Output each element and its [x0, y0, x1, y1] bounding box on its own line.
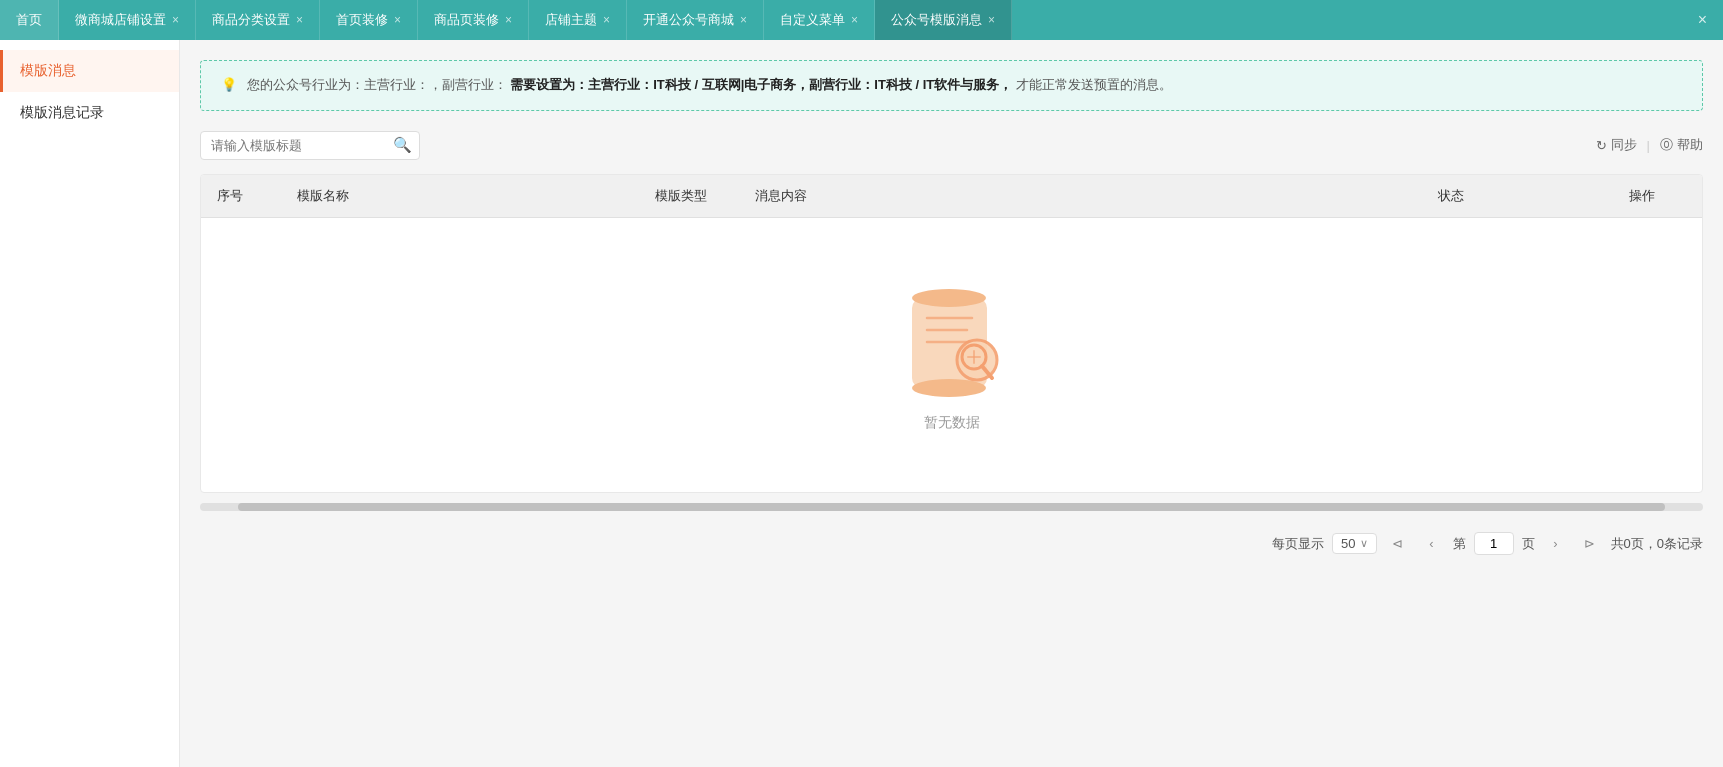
sync-button[interactable]: ↻ 同步: [1596, 136, 1637, 154]
tab-wechat-shop-label: 微商城店铺设置: [75, 11, 166, 29]
tab-home-decor[interactable]: 首页装修 ×: [320, 0, 418, 40]
tab-open-mall-label: 开通公众号商城: [643, 11, 734, 29]
sync-label: 同步: [1611, 136, 1637, 154]
scrollbar-track[interactable]: [200, 503, 1703, 511]
tab-category-label: 商品分类设置: [212, 11, 290, 29]
tab-shop-theme-close[interactable]: ×: [603, 13, 610, 27]
tab-wechat-shop-close[interactable]: ×: [172, 13, 179, 27]
search-icon[interactable]: 🔍: [393, 136, 412, 154]
tab-wechat-shop[interactable]: 微商城店铺设置 ×: [59, 0, 196, 40]
close-all-button[interactable]: ×: [1682, 11, 1723, 29]
tab-home-decor-close[interactable]: ×: [394, 13, 401, 27]
page-unit-label: 页: [1522, 535, 1535, 553]
empty-text: 暂无数据: [924, 414, 980, 432]
divider: |: [1647, 138, 1650, 153]
tab-shop-theme[interactable]: 店铺主题 ×: [529, 0, 627, 40]
th-name: 模版名称: [281, 175, 639, 217]
th-content: 消息内容: [739, 175, 1422, 217]
empty-illustration: [892, 278, 1012, 398]
per-page-arrow-icon: ∨: [1360, 537, 1368, 550]
per-page-value: 50: [1341, 536, 1355, 551]
page-prefix-label: 第: [1453, 535, 1466, 553]
tab-category[interactable]: 商品分类设置 ×: [196, 0, 320, 40]
th-status: 状态: [1422, 175, 1582, 217]
sidebar-item-template-msg[interactable]: 模版消息: [0, 50, 179, 92]
content-area: 💡 您的公众号行业为：主营行业：，副营行业： 需要设置为：主营行业：IT科技 /…: [180, 40, 1723, 767]
search-bar: 🔍 ↻ 同步 | ⓪ 帮助: [200, 131, 1703, 160]
tab-template-msg[interactable]: 公众号模版消息 ×: [875, 0, 1012, 40]
th-action: 操作: [1582, 175, 1702, 217]
page-number-input[interactable]: [1474, 532, 1514, 555]
search-input[interactable]: [200, 131, 420, 160]
empty-state: 暂无数据: [201, 218, 1702, 492]
last-page-button[interactable]: ⊳: [1577, 531, 1603, 557]
notice-icon: 💡: [221, 77, 237, 92]
tab-custom-menu-close[interactable]: ×: [851, 13, 858, 27]
sidebar-item-template-record-label: 模版消息记录: [20, 104, 104, 120]
tab-custom-menu-label: 自定义菜单: [780, 11, 845, 29]
sync-icon: ↻: [1596, 138, 1607, 153]
tab-custom-menu[interactable]: 自定义菜单 ×: [764, 0, 875, 40]
tab-product-decor-close[interactable]: ×: [505, 13, 512, 27]
tab-open-mall[interactable]: 开通公众号商城 ×: [627, 0, 764, 40]
tab-home[interactable]: 首页: [0, 0, 59, 40]
help-icon: ⓪: [1660, 136, 1673, 154]
total-info: 共0页，0条记录: [1611, 535, 1703, 553]
notice-box: 💡 您的公众号行业为：主营行业：，副营行业： 需要设置为：主营行业：IT科技 /…: [200, 60, 1703, 111]
notice-highlight: 需要设置为：主营行业：IT科技 / 互联网|电子商务，副营行业：IT科技 / I…: [510, 77, 1012, 92]
empty-svg-icon: [892, 278, 1012, 408]
per-page-select[interactable]: 50 ∨: [1332, 533, 1376, 554]
tab-template-msg-label: 公众号模版消息: [891, 11, 982, 29]
tab-product-decor[interactable]: 商品页装修 ×: [418, 0, 529, 40]
tab-category-close[interactable]: ×: [296, 13, 303, 27]
tab-shop-theme-label: 店铺主题: [545, 11, 597, 29]
help-label: 帮助: [1677, 136, 1703, 154]
th-seq: 序号: [201, 175, 281, 217]
th-type: 模版类型: [639, 175, 739, 217]
data-table: 序号 模版名称 模版类型 消息内容 状态 操作: [200, 174, 1703, 493]
svg-point-3: [912, 379, 986, 397]
notice-prefix: 您的公众号行业为：主营行业：，副营行业：: [247, 77, 507, 92]
search-input-wrap: 🔍: [200, 131, 420, 160]
sidebar-item-template-msg-label: 模版消息: [20, 62, 76, 78]
tab-template-msg-close[interactable]: ×: [988, 13, 995, 27]
main-layout: 模版消息 模版消息记录 💡 您的公众号行业为：主营行业：，副营行业： 需要设置为…: [0, 40, 1723, 767]
tab-product-decor-label: 商品页装修: [434, 11, 499, 29]
scrollbar-thumb: [238, 503, 1666, 511]
notice-suffix: 才能正常发送预置的消息。: [1016, 77, 1172, 92]
tab-home-decor-label: 首页装修: [336, 11, 388, 29]
search-actions: ↻ 同步 | ⓪ 帮助: [1596, 136, 1703, 154]
top-nav: 首页 微商城店铺设置 × 商品分类设置 × 首页装修 × 商品页装修 × 店铺主…: [0, 0, 1723, 40]
first-page-button[interactable]: ⊲: [1385, 531, 1411, 557]
next-page-button[interactable]: ›: [1543, 531, 1569, 557]
prev-page-button[interactable]: ‹: [1419, 531, 1445, 557]
sidebar: 模版消息 模版消息记录: [0, 40, 180, 767]
sidebar-item-template-record[interactable]: 模版消息记录: [0, 92, 179, 134]
per-page-label: 每页显示: [1272, 535, 1324, 553]
tab-home-label: 首页: [16, 11, 42, 29]
svg-point-2: [912, 289, 986, 307]
tab-open-mall-close[interactable]: ×: [740, 13, 747, 27]
table-header: 序号 模版名称 模版类型 消息内容 状态 操作: [201, 175, 1702, 218]
pagination: 每页显示 50 ∨ ⊲ ‹ 第 页 › ⊳ 共0页，0条记录: [200, 521, 1703, 561]
help-button[interactable]: ⓪ 帮助: [1660, 136, 1703, 154]
